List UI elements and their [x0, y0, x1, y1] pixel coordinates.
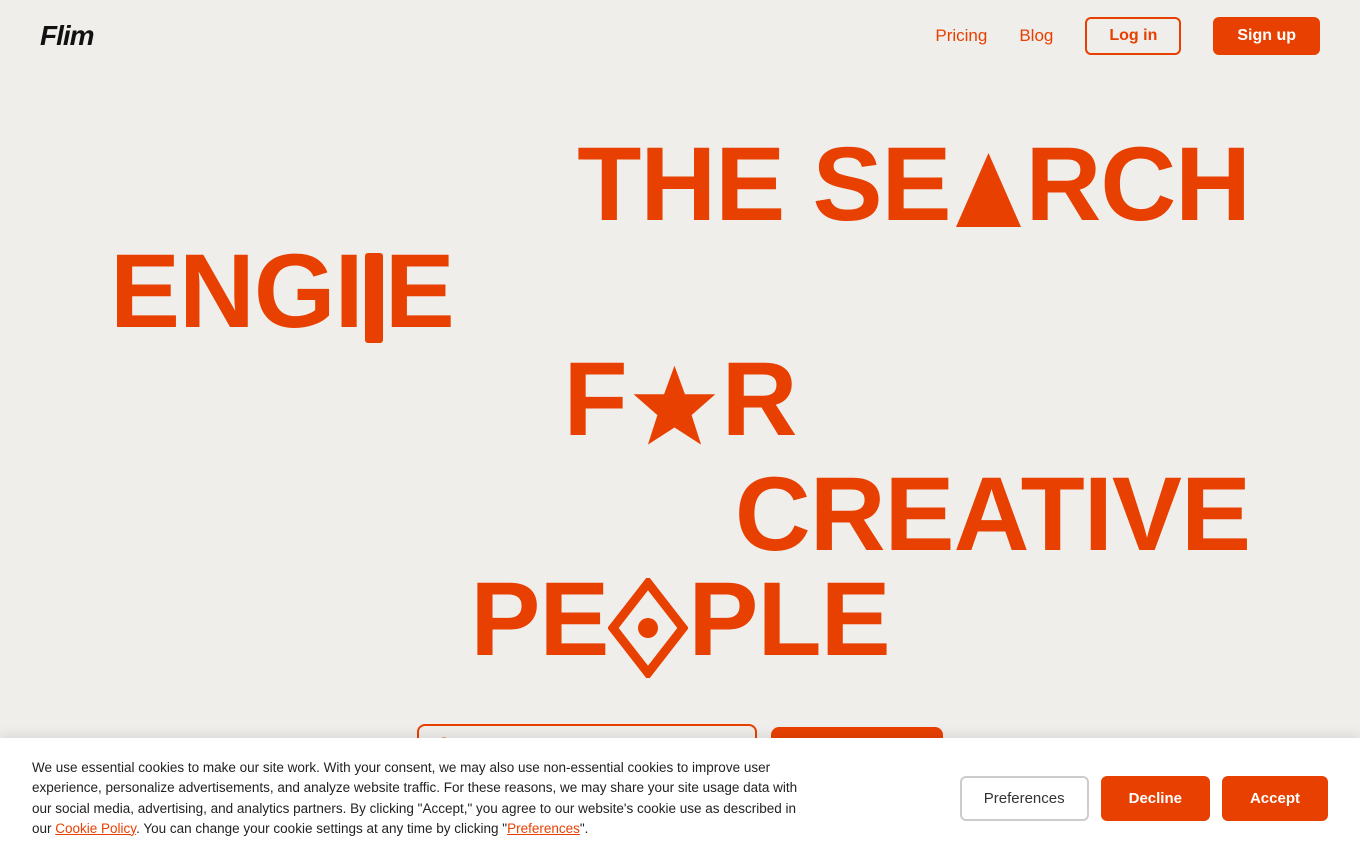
nav-pricing[interactable]: Pricing — [935, 26, 987, 46]
cookie-text: We use essential cookies to make our sit… — [32, 758, 812, 839]
cookie-banner: We use essential cookies to make our sit… — [0, 738, 1360, 859]
hero-line-4: CREATIVE — [110, 462, 1250, 567]
logo: Flim — [40, 20, 94, 52]
accept-button[interactable]: Accept — [1222, 776, 1328, 821]
hero-title-container: THE SE RCH ENGIE F R CREATIVE PE — [80, 132, 1280, 684]
diamond-svg — [608, 578, 688, 678]
hero-section: THE SE RCH ENGIE F R CREATIVE PE — [0, 72, 1360, 833]
nav-right: Pricing Blog Log in Sign up — [935, 17, 1320, 55]
hero-line-2: ENGIE — [110, 239, 1250, 346]
login-button[interactable]: Log in — [1085, 17, 1181, 55]
cookie-buttons: Preferences Decline Accept — [960, 776, 1328, 821]
preferences-button[interactable]: Preferences — [960, 776, 1089, 821]
decline-button[interactable]: Decline — [1101, 776, 1210, 821]
signup-button[interactable]: Sign up — [1213, 17, 1320, 55]
starburst-svg — [627, 361, 722, 456]
cookie-policy-link[interactable]: Cookie Policy — [55, 821, 136, 836]
starburst-icon — [627, 351, 722, 462]
navbar: Flim Pricing Blog Log in Sign up — [0, 0, 1360, 72]
diamond-icon — [608, 571, 688, 684]
cookie-preferences-link[interactable]: Preferences — [507, 821, 580, 836]
triangle-a-icon — [951, 132, 1026, 239]
cookie-text-end: . You can change your cookie settings at… — [136, 821, 507, 836]
cookie-text-close: ". — [580, 821, 589, 836]
hero-line-1: THE SE RCH — [110, 132, 1250, 239]
hero-line-5: PE PLE — [110, 567, 1250, 684]
hero-line-3: F R — [110, 347, 1250, 463]
bar-i-icon — [365, 253, 383, 343]
triangle-icon — [951, 145, 1026, 235]
nav-blog[interactable]: Blog — [1019, 26, 1053, 46]
